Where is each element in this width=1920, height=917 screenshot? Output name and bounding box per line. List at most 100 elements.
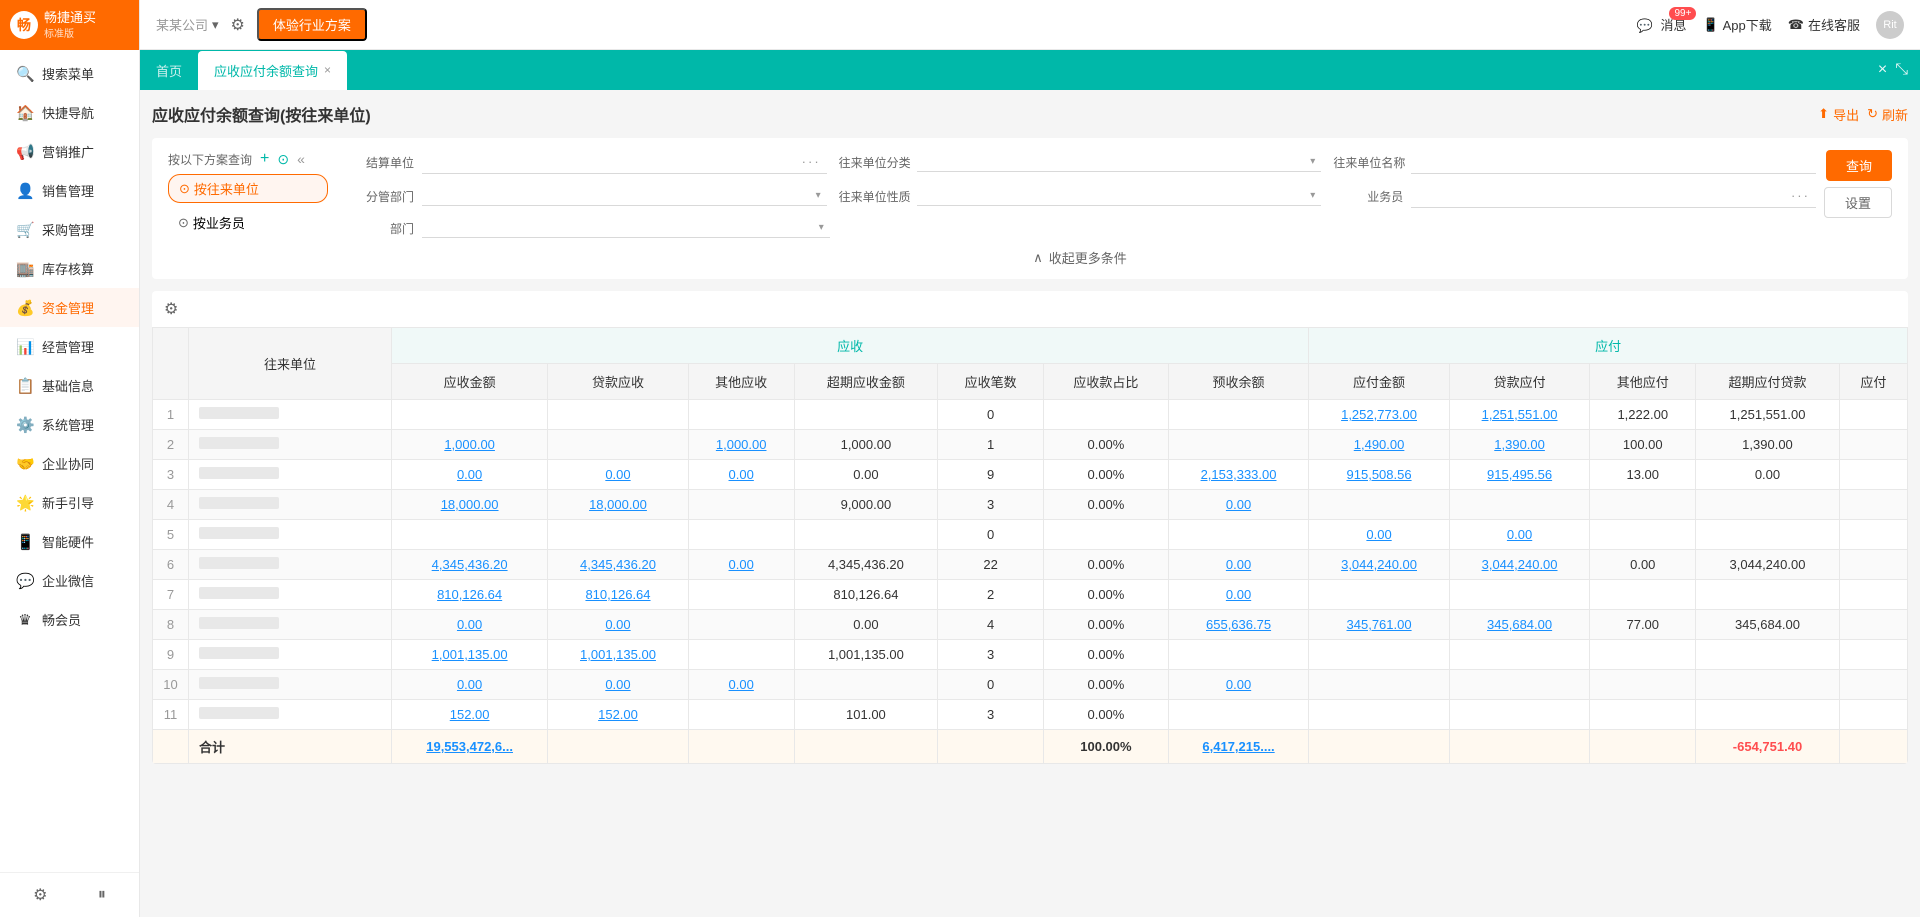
footer-recv-prepay[interactable]: 6,417,215.... — [1168, 730, 1309, 764]
collapse-scheme-icon[interactable]: « — [297, 151, 305, 167]
settlement-unit-select[interactable]: ··· — [422, 150, 827, 174]
scheme-partner-icon: ⊙ — [179, 181, 190, 197]
settings-scheme-icon[interactable]: ⊙ — [277, 151, 289, 168]
col-recv-loan: 贷款应收 — [548, 364, 689, 400]
scheme-by-salesperson[interactable]: ⊙ 按业务员 — [168, 209, 328, 236]
table-settings-icon[interactable]: ⚙ — [164, 299, 178, 319]
sidebar-item-member[interactable]: ♛ 畅会员 — [0, 600, 139, 639]
tab-receivable[interactable]: 应收应付余额查询 × — [198, 51, 347, 90]
filter-area: 按以下方案查询 + ⊙ « ⊙ 按往来单位 ⊙ 按业务员 — [152, 138, 1908, 279]
notification-badge[interactable]: 💬 消息 99+ — [1637, 15, 1687, 34]
add-scheme-icon[interactable]: + — [260, 150, 269, 168]
col-pay-last: 应付 — [1839, 364, 1907, 400]
export-button[interactable]: ⬆ 导出 — [1818, 105, 1859, 124]
sidebar-item-guide[interactable]: 🌟 新手引导 — [0, 483, 139, 522]
filter-partner-nature: 往来单位性质 ▾ — [839, 186, 1322, 206]
main-area: 某某公司 ▾ ⚙ 体验行业方案 💬 消息 99+ 📱 App下载 ☎ 在线客服 … — [140, 0, 1920, 917]
sidebar-collapse-icon[interactable]: ⏸ — [94, 882, 110, 908]
table-row: 7810,126.64810,126.64810,126.6420.00%0.0… — [153, 580, 1908, 610]
sidebar-item-quicknav[interactable]: 🏠 快捷导航 — [0, 93, 139, 132]
tabbar-actions: × ⤡ — [1878, 61, 1920, 79]
page-header: 应收应付余额查询(按往来单位) ⬆ 导出 ↻ 刷新 — [152, 102, 1908, 126]
sidebar-item-hardware[interactable]: 📱 智能硬件 — [0, 522, 139, 561]
window-expand-icon[interactable]: ⤡ — [1895, 61, 1908, 79]
refresh-icon: ↻ — [1867, 106, 1878, 122]
department-select[interactable]: ▾ — [422, 218, 830, 238]
online-service-btn[interactable]: ☎ 在线客服 — [1788, 15, 1860, 34]
breadcrumb: 某某公司 ▾ — [156, 15, 219, 34]
col-recv-amt: 应收金额 — [392, 364, 548, 400]
window-close-icon[interactable]: × — [1878, 61, 1887, 79]
partner-category-select[interactable]: ▾ — [917, 152, 1322, 172]
sidebar-nav: 🔍 搜索菜单 🏠 快捷导航 📢 营销推广 👤 销售管理 🛒 采购管理 🏬 库存核… — [0, 50, 139, 872]
topbar-right: 💬 消息 99+ 📱 App下载 ☎ 在线客服 Rit — [1637, 11, 1904, 39]
sales-icon: 👤 — [16, 182, 34, 200]
sidebar-item-wechat[interactable]: 💬 企业微信 — [0, 561, 139, 600]
table-row: 21,000.001,000.001,000.0010.00%1,490.001… — [153, 430, 1908, 460]
purchase-icon: 🛒 — [16, 221, 34, 239]
col-pay-other: 其他应付 — [1590, 364, 1696, 400]
sidebar-item-sales[interactable]: 👤 销售管理 — [0, 171, 139, 210]
breadcrumb-dropdown-icon[interactable]: ▾ — [212, 17, 219, 33]
logo-icon: 畅 — [10, 11, 38, 39]
filter-department: 部门 ▾ — [344, 218, 830, 238]
table-row: 100.000.000.0000.00%0.00 — [153, 670, 1908, 700]
filter-settlement-unit: 结算单位 ··· — [344, 150, 827, 174]
sidebar-item-basic[interactable]: 📋 基础信息 — [0, 366, 139, 405]
partner-nature-arrow-icon: ▾ — [1310, 190, 1315, 201]
scheme-by-partner[interactable]: ⊙ 按往来单位 — [168, 174, 328, 203]
sidebar-logo: 畅 畅捷通买 标准版 — [0, 0, 139, 50]
col-recv-ratio: 应收款占比 — [1044, 364, 1169, 400]
sidebar: 畅 畅捷通买 标准版 🔍 搜索菜单 🏠 快捷导航 📢 营销推广 👤 销售管理 🛒… — [0, 0, 140, 917]
corp-icon: 🤝 — [16, 455, 34, 473]
filter-section: 按以下方案查询 + ⊙ « ⊙ 按往来单位 ⊙ 按业务员 — [168, 150, 1892, 267]
filter-fields: 结算单位 ··· 往来单位分类 ▾ — [344, 150, 1816, 267]
table-row: 91,001,135.001,001,135.001,001,135.0030.… — [153, 640, 1908, 670]
sidebar-item-finance[interactable]: 💰 资金管理 — [0, 288, 139, 327]
sidebar-item-operations[interactable]: 📊 经营管理 — [0, 327, 139, 366]
footer-recv-ratio: 100.00% — [1044, 730, 1169, 764]
group-header-payable: 应付 — [1309, 328, 1908, 364]
logo-text: 畅捷通买 标准版 — [44, 10, 96, 41]
settings-button[interactable]: 设置 — [1824, 187, 1892, 218]
promo-button[interactable]: 体验行业方案 — [257, 8, 367, 41]
sidebar-item-purchase[interactable]: 🛒 采购管理 — [0, 210, 139, 249]
sidebar-item-corp[interactable]: 🤝 企业协同 — [0, 444, 139, 483]
topbar-settings-icon[interactable]: ⚙ — [231, 15, 245, 35]
filter-action-area: 查询 设置 — [1816, 150, 1892, 267]
filter-scheme-label: 按以下方案查询 — [168, 151, 252, 168]
sidebar-settings-icon[interactable]: ⚙ — [29, 881, 51, 909]
salesperson-select[interactable]: ··· — [1411, 184, 1816, 208]
footer-recv-total[interactable]: 19,553,472,6... — [392, 730, 548, 764]
settlement-unit-dots[interactable]: ··· — [802, 154, 821, 169]
sidebar-item-inventory[interactable]: 🏬 库存核算 — [0, 249, 139, 288]
group-header-receivable: 应收 — [392, 328, 1309, 364]
col-num — [153, 328, 189, 400]
service-icon: ☎ — [1788, 17, 1804, 33]
tab-close-icon[interactable]: × — [324, 63, 331, 77]
col-pay-amt: 应付金额 — [1309, 364, 1450, 400]
partner-name-input[interactable] — [1411, 150, 1816, 174]
app-download-btn[interactable]: 📱 App下载 — [1702, 15, 1771, 34]
query-button[interactable]: 查询 — [1826, 150, 1892, 181]
tabbar: 首页 应收应付余额查询 × × ⤡ — [140, 50, 1920, 90]
refresh-button[interactable]: ↻ 刷新 — [1867, 105, 1908, 124]
basic-icon: 📋 — [16, 377, 34, 395]
partner-nature-select[interactable]: ▾ — [917, 186, 1322, 206]
inventory-icon: 🏬 — [16, 260, 34, 278]
managing-dept-select[interactable]: ▾ — [422, 186, 827, 206]
page-content: 应收应付余额查询(按往来单位) ⬆ 导出 ↻ 刷新 按以下方案查询 — [140, 90, 1920, 917]
filter-collapse-btn[interactable]: ∧ 收起更多条件 — [344, 248, 1816, 267]
tab-home[interactable]: 首页 — [140, 51, 198, 90]
home-icon: 🏠 — [16, 104, 34, 122]
sidebar-item-marketing[interactable]: 📢 营销推广 — [0, 132, 139, 171]
user-avatar[interactable]: Rit — [1876, 11, 1904, 39]
col-pay-loan: 贷款应付 — [1449, 364, 1590, 400]
sidebar-item-system[interactable]: ⚙️ 系统管理 — [0, 405, 139, 444]
col-partner: 往来单位 — [189, 328, 392, 400]
table-row: 80.000.000.0040.00%655,636.75345,761.003… — [153, 610, 1908, 640]
salesperson-dots[interactable]: ··· — [1791, 188, 1810, 203]
sidebar-item-search[interactable]: 🔍 搜索菜单 — [0, 54, 139, 93]
partner-category-arrow-icon: ▾ — [1310, 156, 1315, 167]
table-row: 11152.00152.00101.0030.00% — [153, 700, 1908, 730]
